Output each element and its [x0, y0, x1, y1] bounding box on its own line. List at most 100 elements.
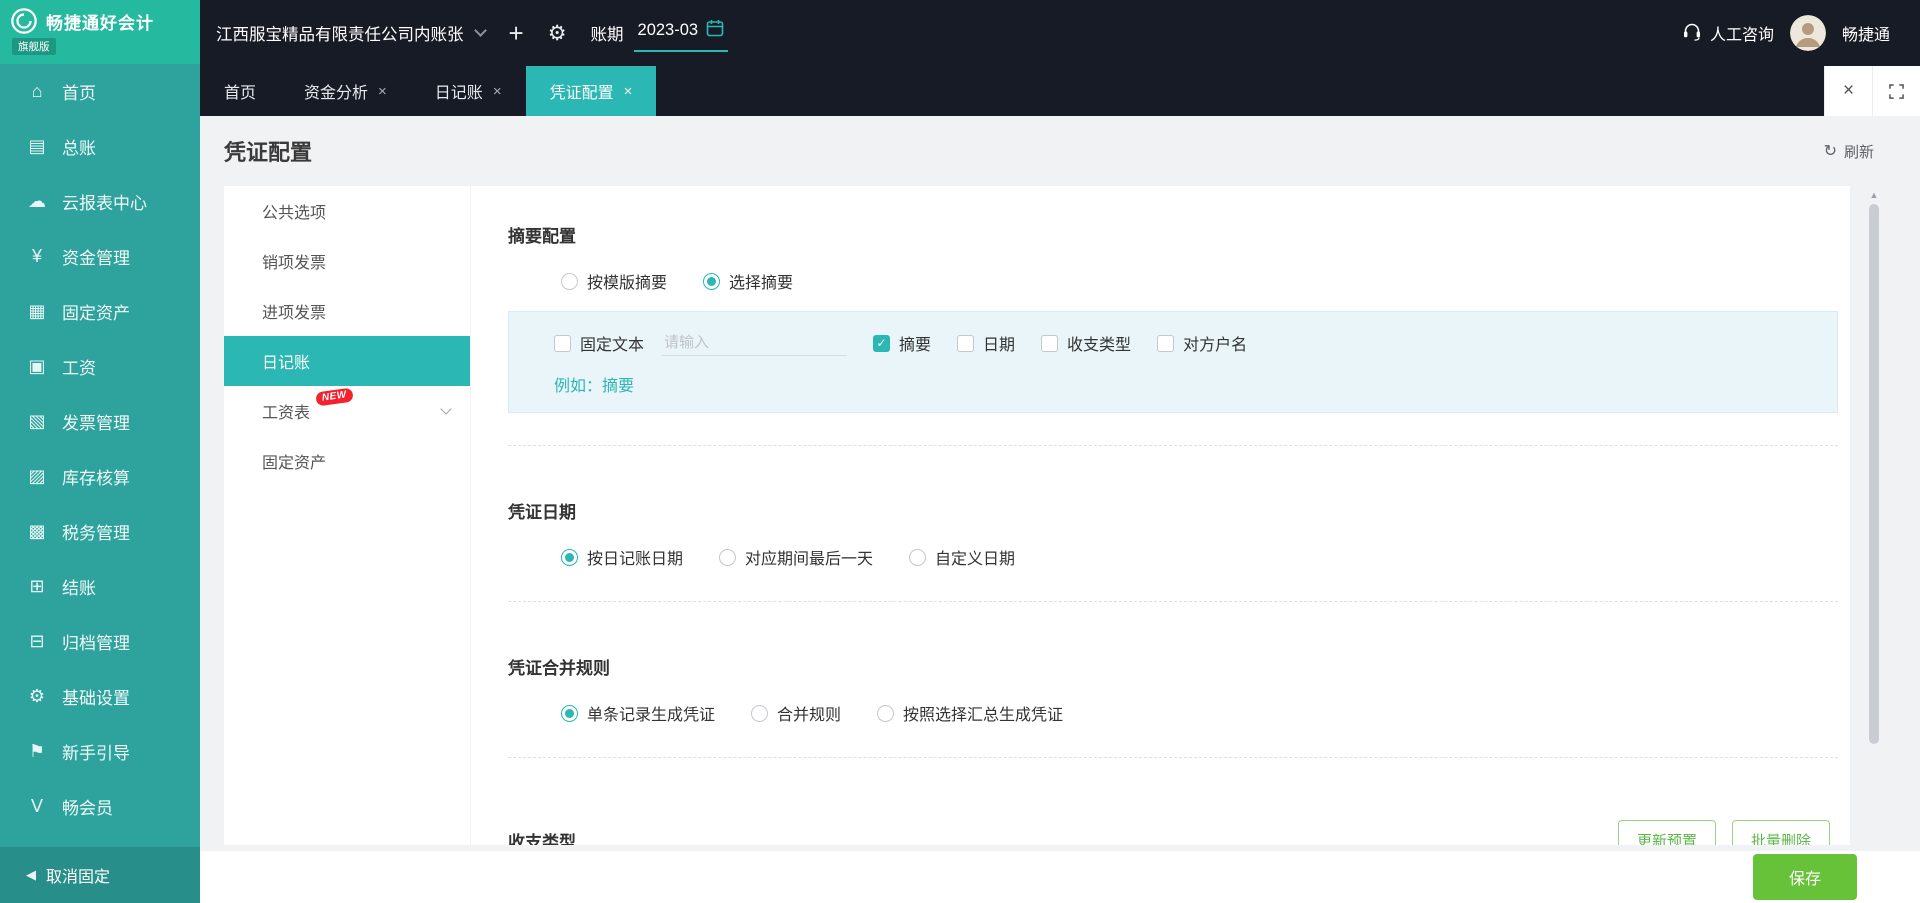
sidebar-item-closing[interactable]: ⊞ 结账 — [0, 559, 200, 614]
checkbox-summary[interactable]: 摘要 — [873, 331, 931, 355]
radio-icon — [561, 704, 578, 722]
nav-item-label: 销项发票 — [262, 255, 327, 272]
config-nav-journal[interactable]: 日记账 — [224, 336, 470, 386]
sidebar-item-inventory[interactable]: ▨ 库存核算 — [0, 449, 200, 504]
sidebar-item-salary[interactable]: ▣ 工资 — [0, 339, 200, 394]
config-nav-fixed-assets[interactable]: 固定资产 — [224, 436, 470, 486]
radio-merge-rule[interactable]: 合并规则 — [751, 701, 841, 725]
unpin-sidebar-button[interactable]: ◀ 取消固定 — [0, 847, 200, 903]
brand-logo-icon — [10, 7, 38, 35]
fixed-assets-icon: ▦ — [28, 301, 46, 321]
avatar[interactable] — [1789, 15, 1826, 51]
sidebar-item-cloud-reports[interactable]: ☁ 云报表中心 — [0, 174, 200, 229]
add-account-button[interactable]: + — [509, 20, 524, 46]
close-all-tabs-button[interactable]: × — [1824, 66, 1872, 116]
radio-journal-date[interactable]: 按日记账日期 — [561, 545, 683, 569]
checkbox-label: 日期 — [983, 337, 1016, 354]
tab-fund-analysis[interactable]: 资金分析 × — [280, 66, 411, 116]
batch-delete-button[interactable]: 批量删除 — [1731, 820, 1830, 845]
voucher-config-card: 公共选项 销项发票 进项发票 日记账 工资表 NEW 固定资产 摘要配置 按模版… — [224, 186, 1850, 845]
update-preset-button[interactable]: 更新预置 — [1617, 820, 1716, 845]
new-badge: NEW — [315, 387, 354, 407]
config-nav-sales-invoice[interactable]: 销项发票 — [224, 236, 470, 286]
sidebar-item-label: 总账 — [62, 139, 96, 158]
close-icon[interactable]: × — [493, 83, 502, 100]
section-divider — [508, 601, 1838, 602]
page-title: 凭证配置 — [224, 140, 313, 165]
sidebar-menu: ⌂ 首页 ▤ 总账 ☁ 云报表中心 ¥ 资金管理 ▦ 固定资产 ▣ 工资 ▧ 发票管理 ▨ 库存… — [0, 64, 200, 847]
sidebar-item-home[interactable]: ⌂ 首页 — [0, 64, 200, 119]
radio-label: 单条记录生成凭证 — [587, 707, 716, 724]
company-selector[interactable]: 江西服宝精品有限责任公司内账张 — [216, 21, 487, 45]
vertical-scrollbar: ▲ ▼ ▼ — [1868, 190, 1880, 845]
summary-section-title: 摘要配置 — [508, 227, 576, 246]
guide-icon: ⚑ — [28, 741, 46, 761]
radio-summary-generate[interactable]: 按照选择汇总生成凭证 — [877, 701, 1063, 725]
chevron-down-icon — [473, 24, 487, 37]
checkbox-icon — [554, 334, 571, 352]
config-nav-salary-sheet[interactable]: 工资表 NEW — [224, 386, 470, 436]
config-nav-public-options[interactable]: 公共选项 — [224, 186, 470, 236]
home-icon: ⌂ — [31, 81, 43, 101]
radio-icon — [877, 704, 895, 722]
sidebar-item-invoice[interactable]: ▧ 发票管理 — [0, 394, 200, 449]
gear-icon[interactable]: ⚙ — [548, 21, 567, 46]
radio-icon — [751, 704, 769, 722]
config-nav-purchase-invoice[interactable]: 进项发票 — [224, 286, 470, 336]
scroll-up-icon[interactable]: ▲ — [1868, 190, 1880, 200]
edition-badge: 旗舰版 — [12, 38, 56, 55]
sidebar-item-member[interactable]: V 畅会员 — [0, 779, 200, 834]
user-brand-label[interactable]: 畅捷通 — [1842, 21, 1890, 45]
radio-label: 选择摘要 — [729, 275, 794, 292]
tab-voucher-config[interactable]: 凭证配置 × — [525, 66, 657, 116]
sidebar-item-settings[interactable]: ⚙ 基础设置 — [0, 669, 200, 724]
sidebar-item-label: 结账 — [62, 579, 96, 598]
summary-example-text: 例如：摘要 — [554, 378, 635, 395]
save-button[interactable]: 保存 — [1752, 854, 1857, 900]
radio-single-record[interactable]: 单条记录生成凭证 — [561, 701, 715, 725]
tab-journal[interactable]: 日记账 × — [411, 66, 526, 116]
sidebar-item-funds[interactable]: ¥ 资金管理 — [0, 229, 200, 284]
radio-custom-date[interactable]: 自定义日期 — [909, 545, 1015, 569]
section-divider — [508, 757, 1838, 758]
fixed-text-input[interactable] — [662, 330, 848, 356]
tab-home[interactable]: 首页 — [200, 66, 280, 116]
headset-icon — [1682, 21, 1702, 46]
refresh-button[interactable]: ↻ 刷新 — [1824, 141, 1874, 162]
sidebar-item-fixed-assets[interactable]: ▦ 固定资产 — [0, 284, 200, 339]
close-icon[interactable]: × — [378, 83, 387, 100]
sidebar-item-general-ledger[interactable]: ▤ 总账 — [0, 119, 200, 174]
sidebar-item-guide[interactable]: ⚑ 新手引导 — [0, 724, 200, 779]
fullscreen-button[interactable] — [1872, 66, 1920, 116]
checkbox-counterparty[interactable]: 对方户名 — [1157, 331, 1247, 355]
close-icon: × — [1842, 80, 1855, 101]
sidebar-item-label: 库存核算 — [62, 469, 130, 488]
radio-template-summary[interactable]: 按模版摘要 — [561, 269, 667, 293]
checkbox-label: 收支类型 — [1067, 337, 1132, 354]
radio-select-summary[interactable]: 选择摘要 — [703, 269, 793, 293]
accounting-period: 账期 2023-03 — [591, 15, 729, 52]
radio-icon — [561, 272, 578, 290]
close-icon[interactable]: × — [624, 83, 633, 100]
summary-options-box: 固定文本 摘要 日期 — [508, 311, 1838, 413]
summary-radio-group: 按模版摘要 选择摘要 — [561, 269, 1838, 293]
nav-item-label: 固定资产 — [262, 455, 327, 472]
checkbox-label: 摘要 — [899, 337, 932, 354]
voucher-date-radio-group: 按日记账日期 对应期间最后一天 自定义日期 — [561, 545, 1838, 569]
sidebar-item-tax[interactable]: ▩ 税务管理 — [0, 504, 200, 559]
checkbox-date[interactable]: 日期 — [957, 331, 1015, 355]
sidebar-item-archive[interactable]: ⊟ 归档管理 — [0, 614, 200, 669]
checkbox-income-type[interactable]: 收支类型 — [1041, 331, 1131, 355]
radio-period-last-day[interactable]: 对应期间最后一天 — [719, 545, 873, 569]
settings-icon: ⚙ — [28, 686, 46, 706]
voucher-date-section-title: 凭证日期 — [508, 503, 576, 522]
sidebar-item-label: 资金管理 — [62, 249, 130, 268]
scrollbar-thumb[interactable] — [1869, 204, 1879, 744]
period-picker[interactable]: 2023-03 — [633, 15, 729, 52]
checkbox-fixed-text[interactable]: 固定文本 — [554, 331, 644, 355]
period-value: 2023-03 — [637, 20, 699, 39]
footer-bar: 保存 — [200, 851, 1920, 903]
manual-consult-button[interactable]: 人工咨询 — [1682, 21, 1774, 46]
period-label: 账期 — [590, 26, 624, 44]
tab-label: 首页 — [224, 85, 257, 102]
